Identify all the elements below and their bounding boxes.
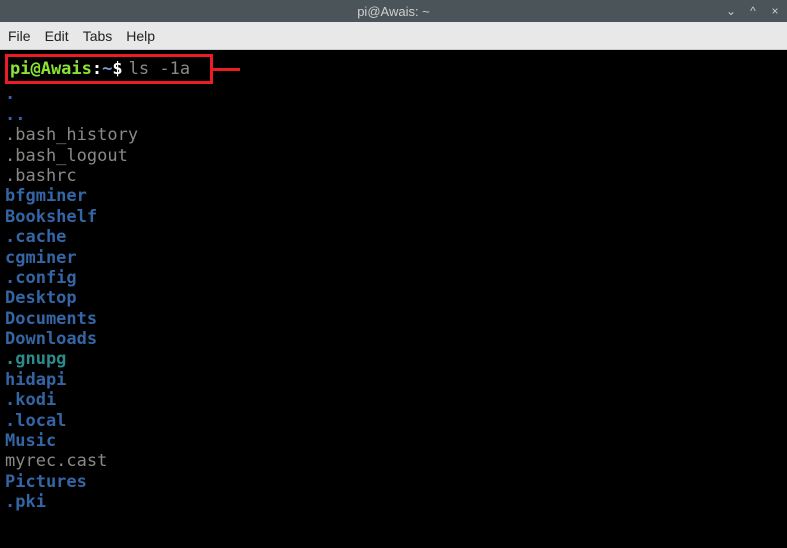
window-title: pi@Awais: ~ <box>357 4 430 19</box>
output-line: .local <box>5 411 782 431</box>
menu-help[interactable]: Help <box>126 28 155 44</box>
output-line: .bash_history <box>5 125 782 145</box>
output-line: Bookshelf <box>5 207 782 227</box>
output-line: .. <box>5 105 782 125</box>
menu-file[interactable]: File <box>8 28 31 44</box>
titlebar: pi@Awais: ~ ⌄ ^ × <box>0 0 787 22</box>
output-line: cgminer <box>5 248 782 268</box>
output-line: .bash_logout <box>5 146 782 166</box>
window-controls: ⌄ ^ × <box>725 0 781 22</box>
prompt-separator: : <box>92 59 102 79</box>
output-line: hidapi <box>5 370 782 390</box>
annotation-highlight: pi@Awais : ~ $ ls -1a <box>5 54 213 84</box>
maximize-icon[interactable]: ^ <box>747 4 759 18</box>
output-line: Desktop <box>5 288 782 308</box>
menu-edit[interactable]: Edit <box>45 28 69 44</box>
output-line: bfgminer <box>5 186 782 206</box>
output-line: .gnupg <box>5 349 782 369</box>
output-line: .config <box>5 268 782 288</box>
terminal-area[interactable]: pi@Awais : ~ $ ls -1a ....bash_history.b… <box>0 50 787 517</box>
menu-tabs[interactable]: Tabs <box>83 28 113 44</box>
terminal-output: ....bash_history.bash_logout.bashrcbfgmi… <box>5 84 782 512</box>
output-line: myrec.cast <box>5 451 782 471</box>
output-line: Music <box>5 431 782 451</box>
menubar: File Edit Tabs Help <box>0 22 787 50</box>
command-text: ls -1a <box>129 59 190 79</box>
output-line: Pictures <box>5 472 782 492</box>
output-line: . <box>5 84 782 104</box>
close-icon[interactable]: × <box>769 4 781 18</box>
output-line: .cache <box>5 227 782 247</box>
output-line: Downloads <box>5 329 782 349</box>
minimize-icon[interactable]: ⌄ <box>725 4 737 18</box>
annotation-arrow-icon <box>210 68 240 71</box>
prompt-line: pi@Awais : ~ $ ls -1a <box>5 54 782 84</box>
output-line: Documents <box>5 309 782 329</box>
output-line: .bashrc <box>5 166 782 186</box>
prompt-user-host: pi@Awais <box>10 59 92 79</box>
output-line: .kodi <box>5 390 782 410</box>
prompt-symbol: $ <box>112 59 122 79</box>
prompt-path: ~ <box>102 59 112 79</box>
output-line: .pki <box>5 492 782 512</box>
